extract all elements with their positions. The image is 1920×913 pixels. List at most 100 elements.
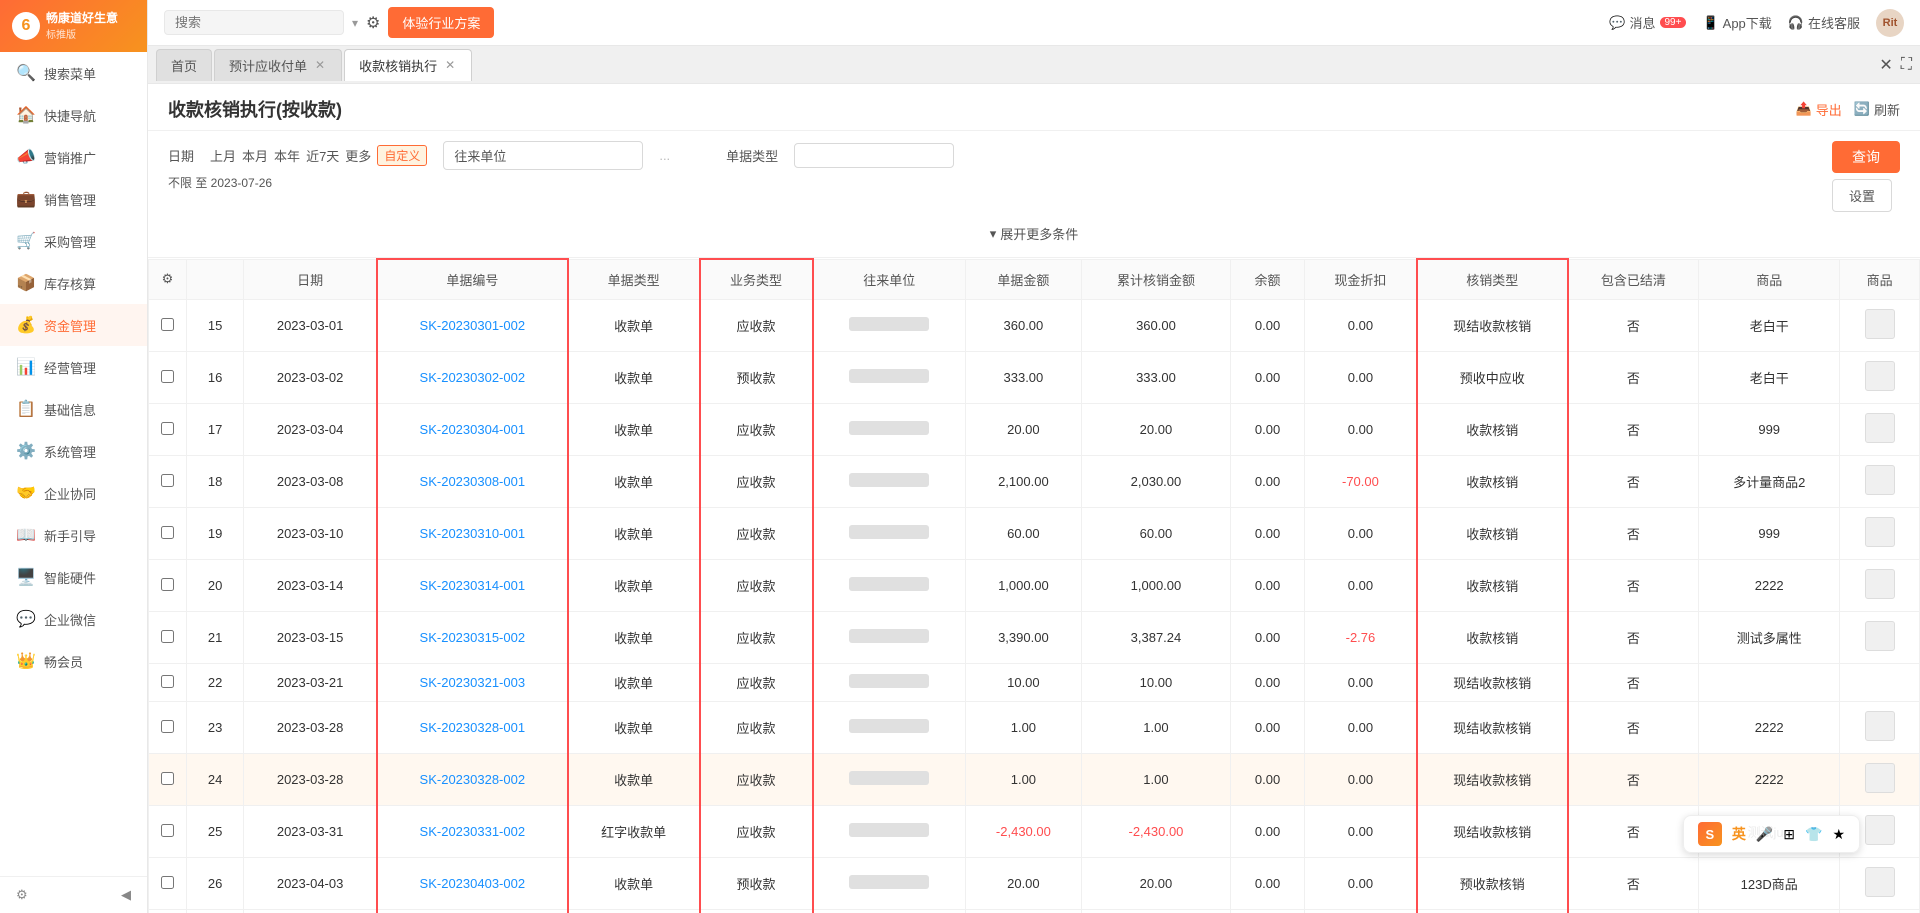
sidebar-item-member[interactable]: 👑 畅会员 <box>0 640 147 682</box>
cell-checkbox-0[interactable] <box>149 300 187 352</box>
solution-button[interactable]: 体验行业方案 <box>388 7 494 38</box>
cell-checkbox-7[interactable] <box>149 664 187 702</box>
cell-doctype-11: 收款单 <box>568 858 700 910</box>
sidebar-icon-marketing: 📣 <box>16 147 36 167</box>
expand-row: ▾ 展开更多条件 <box>168 220 1900 247</box>
tab-close-all-button[interactable]: ✕ <box>1879 55 1892 75</box>
sidebar-label-quicknav: 快捷导航 <box>44 106 96 125</box>
cell-doctype-0: 收款单 <box>568 300 700 352</box>
cell-settled-8: 否 <box>1568 702 1699 754</box>
refresh-button[interactable]: 🔄 刷新 <box>1854 100 1900 119</box>
cell-checkbox-8[interactable] <box>149 702 187 754</box>
sidebar-icon-guide: 📖 <box>16 525 36 545</box>
cell-date-3: 2023-03-08 <box>244 456 377 508</box>
docno-link-7[interactable]: SK-20230321-003 <box>420 675 526 690</box>
docno-link-11[interactable]: SK-20230403-002 <box>420 876 526 891</box>
settings-icon[interactable]: ⚙ <box>16 887 28 903</box>
date-this-month[interactable]: 本月 <box>242 146 268 165</box>
row-checkbox-5[interactable] <box>161 578 174 591</box>
tab-prepay[interactable]: 预计应收付单 ✕ <box>214 49 342 81</box>
sidebar-item-hardware[interactable]: 🖥️ 智能硬件 <box>0 556 147 598</box>
cell-checkbox-3[interactable] <box>149 456 187 508</box>
cell-vertype-10: 现结收款核销 <box>1417 806 1568 858</box>
sidebar-item-inventory[interactable]: 📦 库存核算 <box>0 262 147 304</box>
row-checkbox-3[interactable] <box>161 474 174 487</box>
topbar-settings-icon[interactable]: ⚙ <box>366 13 380 33</box>
row-checkbox-9[interactable] <box>161 772 174 785</box>
docno-link-9[interactable]: SK-20230328-002 <box>420 772 526 787</box>
row-checkbox-1[interactable] <box>161 370 174 383</box>
sidebar-item-enterprise[interactable]: 🤝 企业协同 <box>0 472 147 514</box>
collapse-icon[interactable]: ◀ <box>121 887 131 903</box>
sidebar-item-quicknav[interactable]: 🏠 快捷导航 <box>0 94 147 136</box>
app-download-button[interactable]: 📱 App下载 <box>1702 13 1771 32</box>
search-input[interactable] <box>164 10 344 35</box>
sidebar-item-basic[interactable]: 📋 基础信息 <box>0 388 147 430</box>
sidebar-item-wechat[interactable]: 💬 企业微信 <box>0 598 147 640</box>
cell-checkbox-11[interactable] <box>149 858 187 910</box>
date-custom-btn[interactable]: 自定义 <box>377 145 427 166</box>
cell-amount-11: 20.00 <box>965 858 1081 910</box>
cell-checkbox-6[interactable] <box>149 612 187 664</box>
partner-more-icon[interactable]: ... <box>659 148 670 163</box>
docno-link-5[interactable]: SK-20230314-001 <box>420 578 526 593</box>
expand-more-button[interactable]: ▾ 展开更多条件 <box>990 224 1079 243</box>
tab-verify[interactable]: 收款核销执行 ✕ <box>344 49 472 81</box>
date-links: 上月 本月 本年 近7天 更多 自定义 <box>210 145 427 166</box>
tab-expand-button[interactable]: ⛶ <box>1901 56 1912 74</box>
sidebar-item-marketing[interactable]: 📣 营销推广 <box>0 136 147 178</box>
date-this-year[interactable]: 本年 <box>274 146 300 165</box>
sidebar-item-finance[interactable]: 💰 资金管理 <box>0 304 147 346</box>
cell-checkbox-9[interactable] <box>149 754 187 806</box>
settings-button[interactable]: 设置 <box>1832 179 1892 212</box>
sidebar-item-guide[interactable]: 📖 新手引导 <box>0 514 147 556</box>
sidebar-item-purchase[interactable]: 🛒 采购管理 <box>0 220 147 262</box>
sidebar-item-operation[interactable]: 📊 经营管理 <box>0 346 147 388</box>
row-checkbox-11[interactable] <box>161 876 174 889</box>
tab-verify-close[interactable]: ✕ <box>443 58 457 72</box>
docno-link-8[interactable]: SK-20230328-001 <box>420 720 526 735</box>
row-checkbox-8[interactable] <box>161 720 174 733</box>
online-service-button[interactable]: 🎧 在线客服 <box>1788 13 1860 32</box>
main-area: ▾ ⚙ 体验行业方案 💬 消息 99+ 📱 App下载 🎧 在线客服 Rit 首… <box>148 0 1920 913</box>
cell-checkbox-1[interactable] <box>149 352 187 404</box>
cell-checkbox-5[interactable] <box>149 560 187 612</box>
tab-prepay-close[interactable]: ✕ <box>313 58 327 72</box>
docno-link-1[interactable]: SK-20230302-002 <box>420 370 526 385</box>
messages-button[interactable]: 💬 消息 99+ <box>1609 13 1686 32</box>
cell-no-7: 22 <box>187 664 244 702</box>
docno-link-4[interactable]: SK-20230310-001 <box>420 526 526 541</box>
user-avatar[interactable]: Rit <box>1876 9 1904 37</box>
sidebar-item-system[interactable]: ⚙️ 系统管理 <box>0 430 147 472</box>
sidebar-item-search[interactable]: 🔍 搜索菜单 <box>0 52 147 94</box>
docno-link-10[interactable]: SK-20230331-002 <box>420 824 526 839</box>
cell-checkbox-12[interactable] <box>149 910 187 913</box>
row-checkbox-6[interactable] <box>161 630 174 643</box>
watermark-shirt: 👕 <box>1805 826 1822 843</box>
cell-docno-1: SK-20230302-002 <box>377 352 568 404</box>
cell-checkbox-10[interactable] <box>149 806 187 858</box>
sidebar-label-sales: 销售管理 <box>44 190 96 209</box>
row-checkbox-0[interactable] <box>161 318 174 331</box>
sidebar-item-sales[interactable]: 💼 销售管理 <box>0 178 147 220</box>
row-checkbox-2[interactable] <box>161 422 174 435</box>
row-checkbox-4[interactable] <box>161 526 174 539</box>
cell-discount-0: 0.00 <box>1305 300 1417 352</box>
docno-link-6[interactable]: SK-20230315-002 <box>420 630 526 645</box>
date-7days[interactable]: 近7天 <box>306 146 339 165</box>
docno-link-2[interactable]: SK-20230304-001 <box>420 422 526 437</box>
tab-home[interactable]: 首页 <box>156 49 212 81</box>
export-button[interactable]: 📤 导出 <box>1796 100 1842 119</box>
doc-type-select[interactable] <box>794 143 954 168</box>
row-checkbox-7[interactable] <box>161 675 174 688</box>
date-more[interactable]: 更多 <box>345 146 371 165</box>
cell-checkbox-4[interactable] <box>149 508 187 560</box>
partner-filter-input[interactable]: 往来单位 <box>443 141 643 170</box>
row-checkbox-10[interactable] <box>161 824 174 837</box>
query-button[interactable]: 查询 <box>1832 141 1900 173</box>
date-last-month[interactable]: 上月 <box>210 146 236 165</box>
cell-doctype-9: 收款单 <box>568 754 700 806</box>
cell-checkbox-2[interactable] <box>149 404 187 456</box>
docno-link-0[interactable]: SK-20230301-002 <box>420 318 526 333</box>
docno-link-3[interactable]: SK-20230308-001 <box>420 474 526 489</box>
